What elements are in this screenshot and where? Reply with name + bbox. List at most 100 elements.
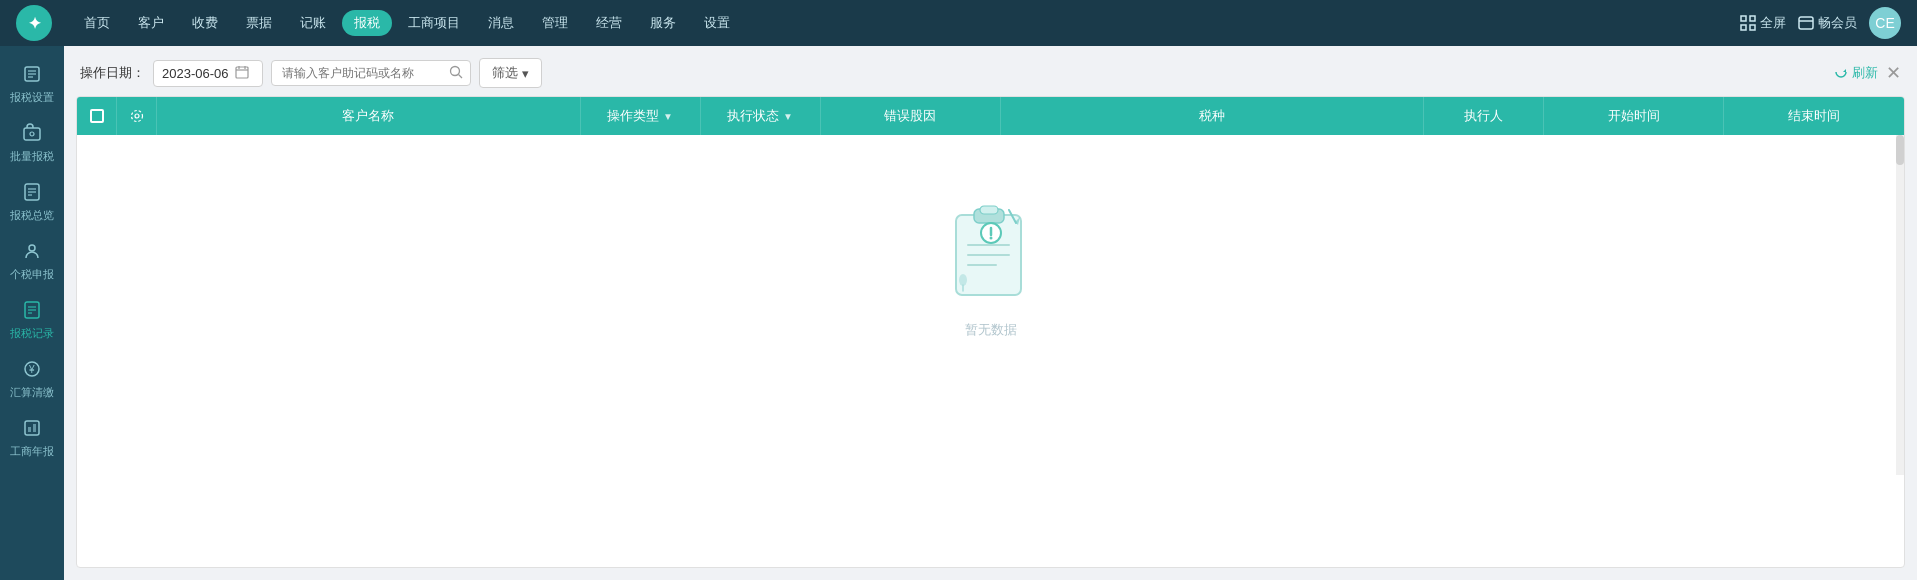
nav-settings[interactable]: 设置: [692, 10, 742, 36]
nav-invoice[interactable]: 票据: [234, 10, 284, 36]
sidebar-label-batch-tax: 批量报税: [10, 149, 54, 164]
member-icon: [1798, 15, 1814, 31]
sort-icon-operation-type: ▼: [663, 111, 673, 122]
nav-message[interactable]: 消息: [476, 10, 526, 36]
svg-line-31: [459, 74, 463, 78]
filter-label: 筛选: [492, 64, 518, 82]
svg-point-33: [131, 111, 142, 122]
sidebar-item-settlement[interactable]: ¥ 汇算清缴: [0, 349, 64, 408]
refresh-button[interactable]: 刷新: [1834, 64, 1878, 82]
member-label: 畅会员: [1818, 14, 1857, 32]
svg-rect-10: [24, 128, 40, 140]
nav-tax[interactable]: 报税: [342, 10, 392, 36]
sort-icon-exec-status: ▼: [783, 111, 793, 122]
header-checkbox[interactable]: [90, 109, 104, 123]
sidebar-label-annual-report: 工商年报: [10, 444, 54, 459]
sidebar-label-tax-record: 报税记录: [10, 326, 54, 341]
top-navigation: ✦ 首页 客户 收费 票据 记账 报税 工商项目 消息 管理 经营 服务 设置 …: [0, 0, 1917, 46]
search-wrapper: [271, 60, 471, 86]
member-button[interactable]: 畅会员: [1798, 14, 1857, 32]
svg-point-45: [959, 274, 967, 286]
th-tax-type-label: 税种: [1199, 107, 1225, 125]
nav-customer[interactable]: 客户: [126, 10, 176, 36]
scrollbar-thumb[interactable]: [1896, 135, 1904, 165]
top-nav-right: 全屏 畅会员 CE: [1740, 7, 1901, 39]
svg-point-42: [989, 237, 992, 240]
avatar-text: CE: [1875, 15, 1894, 31]
sidebar-label-tax-summary: 报税总览: [10, 208, 54, 223]
nav-finance[interactable]: 经营: [584, 10, 634, 36]
refresh-label: 刷新: [1852, 64, 1878, 82]
sidebar-item-batch-tax[interactable]: 批量报税: [0, 113, 64, 172]
content-area: 操作日期： 2023-06-06: [64, 46, 1917, 580]
th-checkbox[interactable]: [77, 97, 117, 135]
th-exec-status-label: 执行状态: [727, 107, 779, 125]
sidebar-item-tax-record[interactable]: 报税记录: [0, 290, 64, 349]
date-picker[interactable]: 2023-06-06: [153, 60, 263, 87]
empty-text: 暂无数据: [965, 321, 1017, 339]
annual-report-icon: [20, 416, 44, 440]
nav-business[interactable]: 工商项目: [396, 10, 472, 36]
empty-state: 暂无数据: [77, 135, 1904, 399]
th-tax-type: 税种: [1001, 97, 1425, 135]
nav-manage[interactable]: 管理: [530, 10, 580, 36]
fullscreen-label: 全屏: [1760, 14, 1786, 32]
settlement-icon: ¥: [20, 357, 44, 381]
main-layout: 报税设置 批量报税 报税总览: [0, 46, 1917, 580]
svg-rect-36: [980, 206, 998, 214]
sidebar-label-tax-settings: 报税设置: [10, 90, 54, 105]
nav-account[interactable]: 记账: [288, 10, 338, 36]
th-start-time-label: 开始时间: [1608, 107, 1660, 125]
batch-tax-icon: [20, 121, 44, 145]
th-executor-label: 执行人: [1464, 107, 1503, 125]
nav-billing[interactable]: 收费: [180, 10, 230, 36]
svg-rect-0: [1741, 16, 1746, 21]
th-start-time: 开始时间: [1544, 97, 1724, 135]
chevron-down-icon: ▾: [522, 66, 529, 81]
logo-icon: ✦: [28, 14, 41, 33]
personal-tax-icon: [20, 239, 44, 263]
th-end-time-label: 结束时间: [1788, 107, 1840, 125]
svg-rect-2: [1741, 25, 1746, 30]
scrollbar[interactable]: [1896, 135, 1904, 475]
nav-items: 首页 客户 收费 票据 记账 报税 工商项目 消息 管理 经营 服务 设置: [72, 10, 1740, 36]
svg-rect-26: [236, 67, 248, 78]
sidebar-item-tax-settings[interactable]: 报税设置: [0, 54, 64, 113]
calendar-icon: [235, 65, 249, 82]
th-operation-type[interactable]: 操作类型 ▼: [581, 97, 701, 135]
tax-summary-icon: [20, 180, 44, 204]
close-button[interactable]: ✕: [1886, 62, 1901, 84]
svg-rect-3: [1750, 25, 1755, 30]
nav-service[interactable]: 服务: [638, 10, 688, 36]
nav-home[interactable]: 首页: [72, 10, 122, 36]
th-error-reason-label: 错误股因: [884, 107, 936, 125]
fullscreen-icon: [1740, 15, 1756, 31]
svg-rect-4: [1799, 17, 1813, 29]
tax-record-icon: [20, 298, 44, 322]
data-table: 客户名称 操作类型 ▼ 执行状态 ▼ 错误股因 税种 执行人: [76, 96, 1905, 568]
avatar[interactable]: CE: [1869, 7, 1901, 39]
sidebar-item-annual-report[interactable]: 工商年报: [0, 408, 64, 467]
svg-point-11: [30, 132, 34, 136]
th-error-reason: 错误股因: [821, 97, 1001, 135]
svg-rect-1: [1750, 16, 1755, 21]
search-input[interactable]: [271, 60, 471, 86]
empty-illustration: [941, 195, 1041, 305]
svg-rect-23: [25, 421, 39, 435]
filter-button[interactable]: 筛选 ▾: [479, 58, 542, 88]
sidebar-item-tax-summary[interactable]: 报税总览: [0, 172, 64, 231]
sidebar-item-personal-tax[interactable]: 个税申报: [0, 231, 64, 290]
sidebar-label-personal-tax: 个税申报: [10, 267, 54, 282]
toolbar: 操作日期： 2023-06-06: [76, 58, 1905, 88]
sidebar-label-settlement: 汇算清缴: [10, 385, 54, 400]
date-label: 操作日期：: [80, 64, 145, 82]
fullscreen-button[interactable]: 全屏: [1740, 14, 1786, 32]
th-exec-status[interactable]: 执行状态 ▼: [701, 97, 821, 135]
search-icon[interactable]: [449, 65, 463, 82]
th-settings[interactable]: [117, 97, 157, 135]
th-client-name: 客户名称: [157, 97, 581, 135]
svg-point-30: [451, 66, 460, 75]
logo[interactable]: ✦: [16, 5, 52, 41]
th-client-name-label: 客户名称: [342, 107, 394, 125]
table-header: 客户名称 操作类型 ▼ 执行状态 ▼ 错误股因 税种 执行人: [77, 97, 1904, 135]
